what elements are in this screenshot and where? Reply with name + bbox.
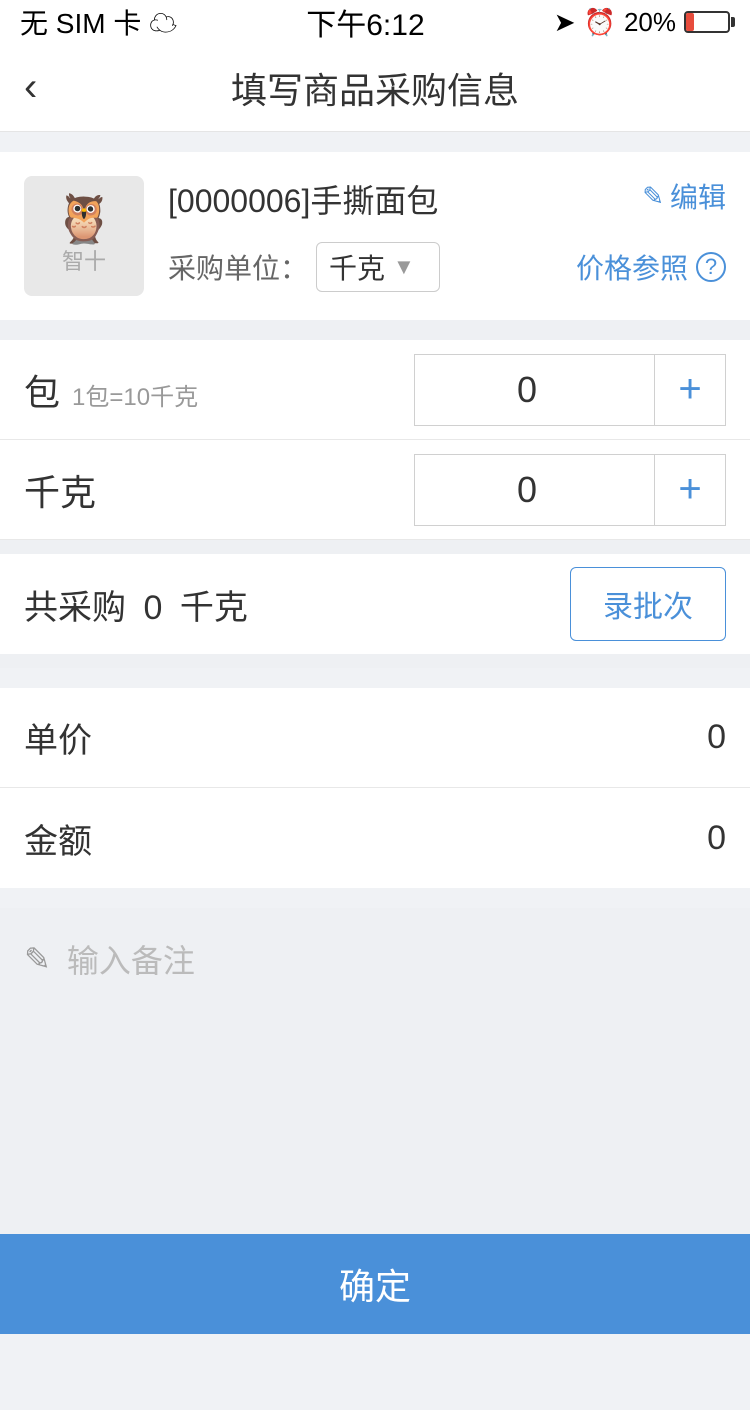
- bao-sub-label: 1包=10千克: [72, 377, 198, 412]
- product-unit-row: 采购单位： 千克 ▼ 价格参照 ?: [168, 242, 726, 292]
- summary-bottom-divider: [0, 654, 750, 668]
- kg-label-group: 千克: [24, 464, 224, 516]
- product-icon: 🦉: [54, 196, 114, 244]
- notes-placeholder: 输入备注: [67, 936, 195, 982]
- summary-top-divider: [0, 540, 750, 554]
- product-icon-label: 智十: [54, 244, 114, 276]
- status-bar: 无 SIM 卡 ☁ 下午6:12 ➤ ⏰ 20%: [0, 0, 750, 44]
- unit-value: 千克: [329, 247, 385, 287]
- unit-price-row: 单价 0: [0, 688, 750, 788]
- summary-unit: 千克: [180, 589, 248, 627]
- bao-input-row: 包 1包=10千克 +: [0, 340, 750, 440]
- help-icon: ?: [696, 252, 726, 282]
- product-info: [0000006]手撕面包 ✎ 编辑 采购单位： 千克 ▼ 价格参照 ?: [168, 176, 726, 292]
- product-header: [0000006]手撕面包 ✎ 编辑: [168, 176, 726, 222]
- product-card: 🦉 智十 [0000006]手撕面包 ✎ 编辑 采购单位： 千克 ▼: [0, 152, 750, 320]
- amount-row: 金额 0: [0, 788, 750, 888]
- batch-button[interactable]: 录批次: [570, 567, 726, 641]
- unit-label: 采购单位：: [168, 247, 308, 287]
- price-ref-button[interactable]: 价格参照 ?: [576, 247, 726, 287]
- summary-row: 共采购 0 千克 录批次: [0, 554, 750, 654]
- kg-quantity-input[interactable]: [414, 454, 654, 526]
- amount-value: 0: [707, 819, 726, 858]
- confirm-button-label: 确定: [339, 1258, 411, 1310]
- price-section: 单价 0 金额 0: [0, 688, 750, 888]
- confirm-button[interactable]: 确定: [0, 1234, 750, 1334]
- product-image: 🦉 智十: [24, 176, 144, 296]
- unit-select[interactable]: 千克 ▼: [316, 242, 440, 292]
- unit-price-value: 0: [707, 718, 726, 757]
- input-section: 包 1包=10千克 + 千克 +: [0, 340, 750, 540]
- kg-plus-button[interactable]: +: [654, 454, 726, 526]
- battery-icon: [684, 11, 730, 33]
- summary-text: 共采购 0 千克: [24, 580, 248, 629]
- bao-plus-button[interactable]: +: [654, 354, 726, 426]
- kg-input-row: 千克 +: [0, 440, 750, 540]
- amount-label: 金额: [24, 814, 92, 863]
- status-time: 下午6:12: [306, 0, 424, 44]
- status-left: 无 SIM 卡 ☁: [20, 2, 177, 42]
- price-ref-label: 价格参照: [576, 247, 688, 287]
- pencil-icon: ✎: [24, 940, 51, 978]
- kg-input-controls: +: [224, 454, 726, 526]
- edit-label: 编辑: [670, 176, 726, 216]
- alarm-icon: ⏰: [584, 7, 616, 38]
- summary-prefix: 共采购: [24, 589, 126, 627]
- back-button[interactable]: ‹: [24, 65, 37, 110]
- bao-main-label: 包: [24, 364, 60, 416]
- battery-percent: 20%: [624, 7, 676, 38]
- edit-button[interactable]: ✎ 编辑: [642, 176, 726, 216]
- nav-bar: ‹ 填写商品采购信息: [0, 44, 750, 132]
- status-right: ➤ ⏰ 20%: [554, 7, 730, 38]
- page-title: 填写商品采购信息: [231, 62, 519, 114]
- summary-section: 共采购 0 千克 录批次: [0, 540, 750, 668]
- bao-label-group: 包 1包=10千克: [24, 364, 224, 416]
- bao-input-controls: +: [224, 354, 726, 426]
- sim-label: 无 SIM 卡 ☁: [20, 2, 177, 42]
- notes-section[interactable]: ✎ 输入备注: [0, 908, 750, 1010]
- section-divider-1: [0, 320, 750, 340]
- chevron-down-icon: ▼: [393, 254, 415, 280]
- summary-amount: 0: [143, 589, 162, 627]
- edit-icon: ✎: [642, 181, 664, 212]
- product-name: [0000006]手撕面包: [168, 176, 642, 222]
- bao-quantity-input[interactable]: [414, 354, 654, 426]
- location-icon: ➤: [554, 7, 576, 38]
- unit-price-label: 单价: [24, 713, 92, 762]
- kg-main-label: 千克: [24, 464, 96, 516]
